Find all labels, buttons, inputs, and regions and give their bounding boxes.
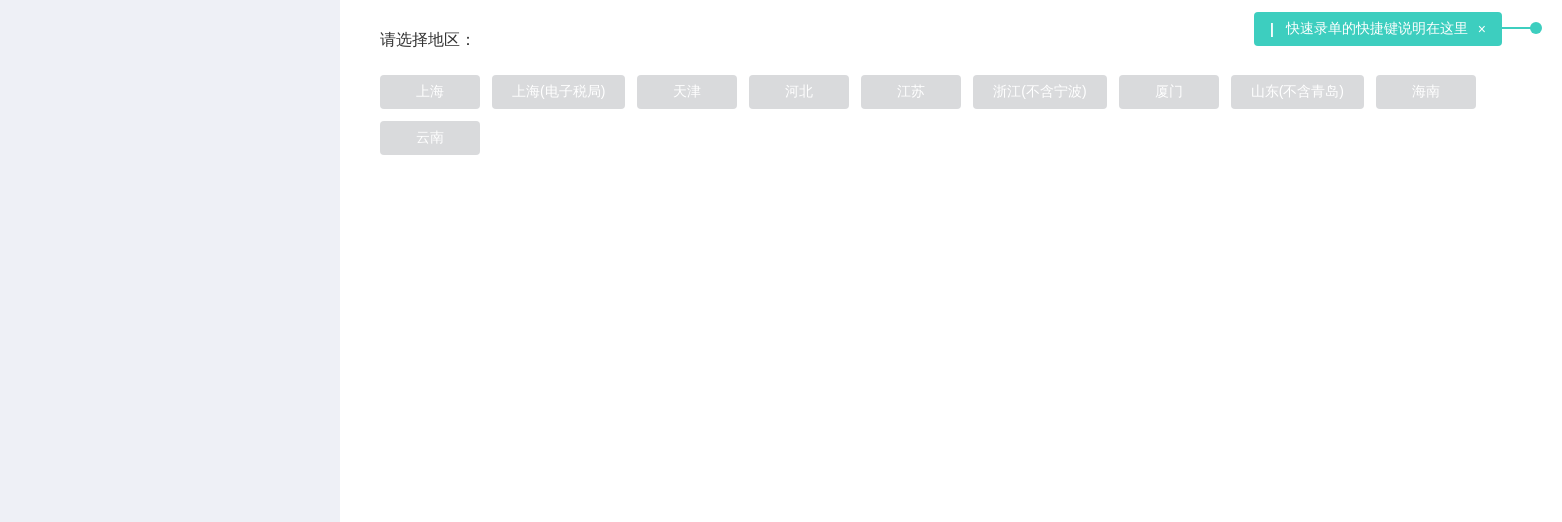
tooltip-banner: 快速录单的快捷键说明在这里 × <box>1254 12 1502 46</box>
region-button-xiamen[interactable]: 厦门 <box>1119 75 1219 109</box>
region-button-hainan[interactable]: 海南 <box>1376 75 1476 109</box>
region-button-hebei[interactable]: 河北 <box>749 75 849 109</box>
region-button-jiangsu[interactable]: 江苏 <box>861 75 961 109</box>
main-content: 请选择地区： 上海上海(电子税局)天津河北江苏浙江(不含宁波)厦门山东(不含青岛… <box>340 0 1562 522</box>
region-button-yunnan[interactable]: 云南 <box>380 121 480 155</box>
tooltip-dot <box>1530 22 1542 34</box>
region-button-tianjin[interactable]: 天津 <box>637 75 737 109</box>
tooltip-close-button[interactable]: × <box>1478 22 1486 36</box>
region-button-zhejiang[interactable]: 浙江(不含宁波) <box>973 75 1106 109</box>
region-button-shanghai-etax[interactable]: 上海(电子税局) <box>492 75 625 109</box>
left-sidebar <box>0 0 340 522</box>
tooltip-line <box>1501 27 1531 29</box>
tooltip-text: 快速录单的快捷键说明在这里 <box>1286 20 1468 38</box>
region-button-shandong[interactable]: 山东(不含青岛) <box>1231 75 1364 109</box>
region-buttons: 上海上海(电子税局) 天津河北江苏浙江(不含宁波) 厦门山东(不含青岛) 海南云南 <box>380 75 1522 155</box>
region-button-shanghai[interactable]: 上海 <box>380 75 480 109</box>
